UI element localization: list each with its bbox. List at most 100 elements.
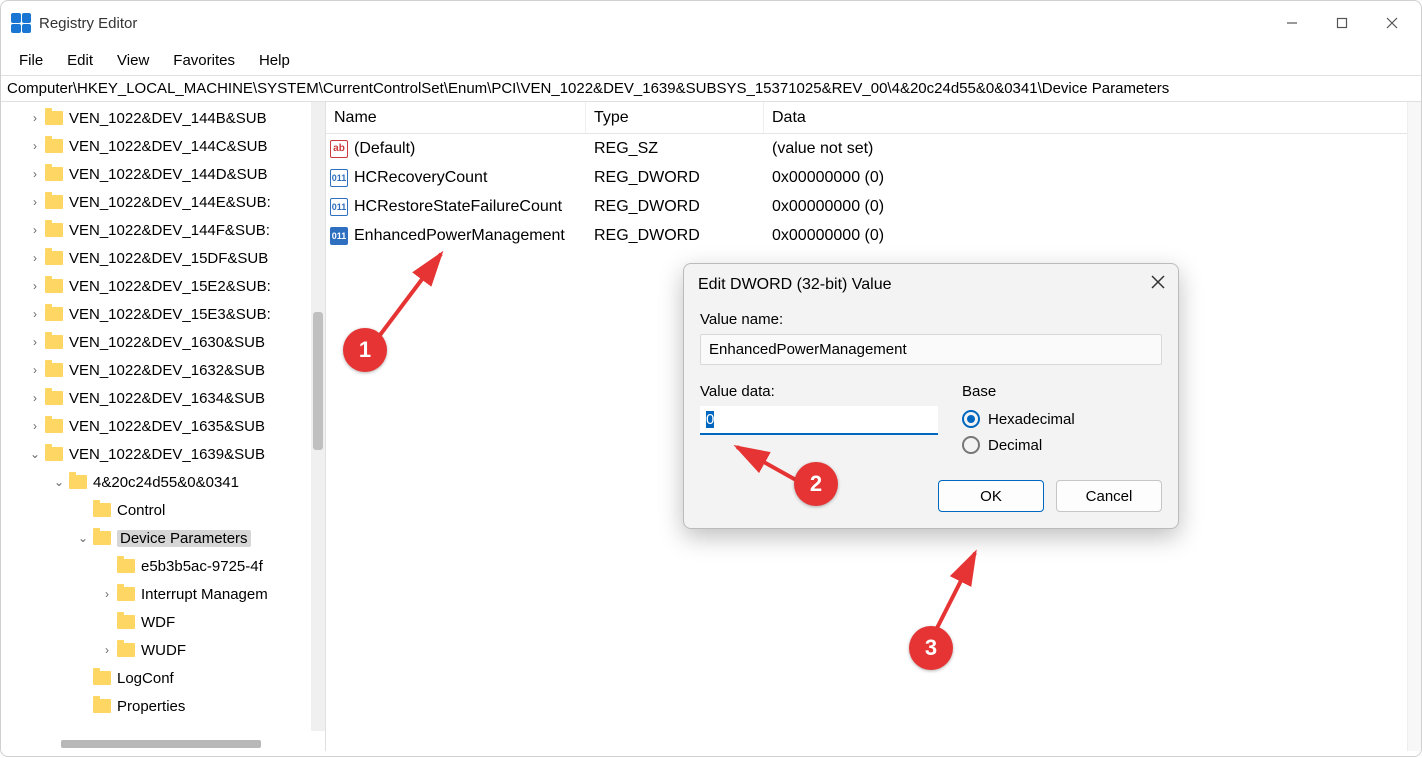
folder-icon xyxy=(117,559,135,573)
address-bar[interactable]: Computer\HKEY_LOCAL_MACHINE\SYSTEM\Curre… xyxy=(1,75,1421,102)
menu-file[interactable]: File xyxy=(7,48,55,73)
tree-item[interactable]: Control xyxy=(1,496,325,524)
dialog-title: Edit DWORD (32-bit) Value xyxy=(698,276,892,294)
value-type: REG_DWORD xyxy=(586,169,764,187)
tree-item-label: VEN_1022&DEV_15DF&SUB xyxy=(69,250,268,267)
close-button[interactable] xyxy=(1367,3,1417,43)
binary-value-icon: 011 xyxy=(330,227,348,245)
window-titlebar: Registry Editor xyxy=(1,1,1421,45)
radio-decimal[interactable]: Decimal xyxy=(962,432,1162,458)
chevron-down-icon[interactable]: ⌄ xyxy=(75,531,91,545)
tree-item-label: VEN_1022&DEV_144E&SUB: xyxy=(69,194,271,211)
tree-item[interactable]: Properties xyxy=(1,692,325,720)
tree-item[interactable]: ›VEN_1022&DEV_1634&SUB xyxy=(1,384,325,412)
menu-favorites[interactable]: Favorites xyxy=(161,48,247,73)
tree-item-label: VEN_1022&DEV_1632&SUB xyxy=(69,362,265,379)
column-header-data[interactable]: Data xyxy=(764,102,1421,133)
tree-item[interactable]: ⌄VEN_1022&DEV_1639&SUB xyxy=(1,440,325,468)
tree-item-label: WUDF xyxy=(141,642,186,659)
tree-item[interactable]: › VEN_1022&DEV_1632&SUB xyxy=(1,356,325,384)
folder-icon xyxy=(69,475,87,489)
string-value-icon: ab xyxy=(330,140,348,158)
value-name: HCRecoveryCount xyxy=(354,169,487,187)
tree-item[interactable]: ›Interrupt Managem xyxy=(1,580,325,608)
tree-item-label: 4&20c24d55&0&0341 xyxy=(93,474,239,491)
folder-icon xyxy=(45,279,63,293)
tree-item[interactable]: e5b3b5ac-9725-4f xyxy=(1,552,325,580)
tree-item[interactable]: › WUDF xyxy=(1,636,325,664)
chevron-down-icon[interactable]: ⌄ xyxy=(51,475,67,489)
list-vertical-scrollbar[interactable] xyxy=(1407,102,1421,751)
tree-item[interactable]: ›VEN_1022&DEV_1635&SUB xyxy=(1,412,325,440)
folder-icon xyxy=(45,335,63,349)
chevron-right-icon[interactable]: › xyxy=(27,363,43,377)
chevron-right-icon[interactable]: › xyxy=(27,335,43,349)
radio-hexadecimal[interactable]: Hexadecimal xyxy=(962,406,1162,432)
list-row[interactable]: 011HCRestoreStateFailureCountREG_DWORD0x… xyxy=(326,192,1421,221)
column-header-name[interactable]: Name xyxy=(326,102,586,133)
tree-item[interactable]: › VEN_1022&DEV_1630&SUB xyxy=(1,328,325,356)
window-title: Registry Editor xyxy=(39,15,137,32)
folder-icon xyxy=(45,419,63,433)
chevron-right-icon[interactable]: › xyxy=(27,419,43,433)
tree-vertical-scrollbar[interactable] xyxy=(311,102,325,731)
menu-view[interactable]: View xyxy=(105,48,161,73)
value-name: HCRestoreStateFailureCount xyxy=(354,198,562,216)
chevron-right-icon[interactable]: › xyxy=(27,223,43,237)
minimize-button[interactable] xyxy=(1267,3,1317,43)
tree-item-label: VEN_1022&DEV_144D&SUB xyxy=(69,166,267,183)
chevron-right-icon[interactable]: › xyxy=(27,111,43,125)
app-icon xyxy=(11,13,31,33)
tree-item[interactable]: › VEN_1022&DEV_144E&SUB: xyxy=(1,188,325,216)
value-data-label: Value data: xyxy=(700,383,938,400)
tree-horizontal-scrollbar[interactable] xyxy=(1,737,311,751)
value-data: 0x00000000 (0) xyxy=(764,198,1421,216)
list-row[interactable]: 011EnhancedPowerManagementREG_DWORD0x000… xyxy=(326,221,1421,250)
folder-icon xyxy=(93,671,111,685)
tree-item[interactable]: LogConf xyxy=(1,664,325,692)
tree-item[interactable]: › VEN_1022&DEV_15E3&SUB: xyxy=(1,300,325,328)
column-header-type[interactable]: Type xyxy=(586,102,764,133)
tree-item[interactable]: ›VEN_1022&DEV_144C&SUB xyxy=(1,132,325,160)
tree-item-label: e5b3b5ac-9725-4f xyxy=(141,558,263,575)
value-data-input[interactable] xyxy=(700,406,938,435)
tree-item[interactable]: › VEN_1022&DEV_144D&SUB xyxy=(1,160,325,188)
chevron-down-icon[interactable]: ⌄ xyxy=(27,447,43,461)
tree-item[interactable]: ⌄ 4&20c24d55&0&0341 xyxy=(1,468,325,496)
tree-item[interactable]: ›VEN_1022&DEV_144F&SUB: xyxy=(1,216,325,244)
folder-icon xyxy=(45,167,63,181)
chevron-right-icon[interactable]: › xyxy=(99,643,115,657)
folder-icon xyxy=(45,363,63,377)
dialog-close-button[interactable] xyxy=(1150,274,1166,295)
chevron-right-icon[interactable]: › xyxy=(27,251,43,265)
chevron-right-icon[interactable]: › xyxy=(27,195,43,209)
value-type: REG_DWORD xyxy=(586,227,764,245)
chevron-right-icon[interactable]: › xyxy=(27,391,43,405)
menu-help[interactable]: Help xyxy=(247,48,302,73)
tree-item-label: VEN_1022&DEV_1630&SUB xyxy=(69,334,265,351)
list-row[interactable]: ab(Default)REG_SZ(value not set) xyxy=(326,134,1421,163)
radio-icon xyxy=(962,410,980,428)
list-row[interactable]: 011HCRecoveryCountREG_DWORD0x00000000 (0… xyxy=(326,163,1421,192)
folder-icon xyxy=(45,391,63,405)
chevron-right-icon[interactable]: › xyxy=(27,279,43,293)
tree-pane: › VEN_1022&DEV_144B&SUB ›VEN_1022&DEV_144C… xyxy=(1,102,326,751)
chevron-right-icon[interactable]: › xyxy=(99,587,115,601)
cancel-button[interactable]: Cancel xyxy=(1056,480,1162,512)
ok-button[interactable]: OK xyxy=(938,480,1044,512)
tree-item-label: VEN_1022&DEV_15E3&SUB: xyxy=(69,306,271,323)
chevron-right-icon[interactable]: › xyxy=(27,139,43,153)
chevron-right-icon[interactable]: › xyxy=(27,167,43,181)
maximize-button[interactable] xyxy=(1317,3,1367,43)
tree-item-label: VEN_1022&DEV_144B&SUB xyxy=(69,110,267,127)
folder-icon xyxy=(45,139,63,153)
folder-icon xyxy=(45,223,63,237)
tree-item[interactable]: › VEN_1022&DEV_144B&SUB xyxy=(1,104,325,132)
chevron-right-icon[interactable]: › xyxy=(27,307,43,321)
tree-item[interactable]: ›VEN_1022&DEV_15E2&SUB: xyxy=(1,272,325,300)
folder-icon xyxy=(45,307,63,321)
tree-item[interactable]: ⌄Device Parameters xyxy=(1,524,325,552)
tree-item[interactable]: WDF xyxy=(1,608,325,636)
tree-item[interactable]: › VEN_1022&DEV_15DF&SUB xyxy=(1,244,325,272)
menu-edit[interactable]: Edit xyxy=(55,48,105,73)
